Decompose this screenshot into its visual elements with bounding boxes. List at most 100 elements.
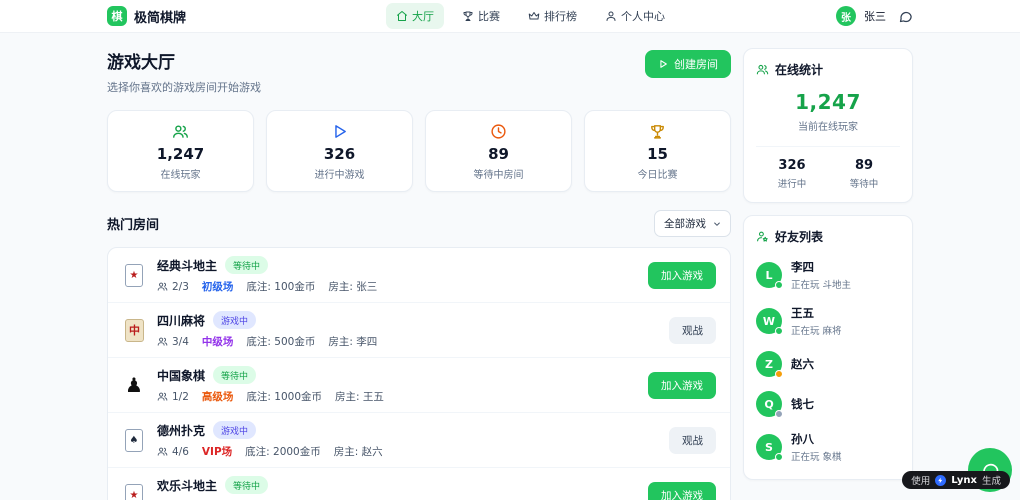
room-host: 房主: 张三 <box>328 281 378 293</box>
chess-pawn-icon: ♟ <box>125 373 143 397</box>
friend-item[interactable]: Z 赵六 <box>756 351 900 378</box>
room-stake: 底注: 1000金币 <box>246 391 323 403</box>
friend-status: 正在玩 麻将 <box>791 326 842 337</box>
nav-item-profile[interactable]: 个人中心 <box>595 3 675 29</box>
panel-title: 好友列表 <box>775 230 824 244</box>
online-count: 1,247 <box>795 90 861 114</box>
friend-item[interactable]: L 李四 正在玩 斗地主 <box>756 259 900 291</box>
room-host: 房主: 王五 <box>335 391 384 403</box>
friend-item[interactable]: S 孙八 正在玩 象棋 <box>756 431 900 463</box>
room-host: 房主: 赵六 <box>333 446 383 458</box>
friend-name: 王五 <box>791 306 814 320</box>
lynx-generated-badge[interactable]: 使用 Lynx 生成 <box>902 471 1010 489</box>
status-badge: 等待中 <box>225 476 269 494</box>
stat-card-today-matches: 15 今日比赛 <box>584 110 731 192</box>
in-progress-label: 进行中 <box>777 179 807 190</box>
user-avatar[interactable]: 张 <box>836 6 856 26</box>
room-host: 房主: 李四 <box>328 336 378 348</box>
poker-card-icon: ♠ <box>125 428 143 452</box>
join-game-button[interactable]: 加入游戏 <box>648 371 716 399</box>
stat-value: 1,247 <box>156 145 205 163</box>
panel-title: 在线统计 <box>775 63 824 77</box>
friend-icon <box>756 230 769 243</box>
player-count: 2/3 <box>172 280 189 293</box>
stat-value: 326 <box>323 145 356 163</box>
page-subtitle: 选择你喜欢的游戏房间开始游戏 <box>107 81 261 94</box>
room-name: 中国象棋 <box>157 368 206 383</box>
users-icon <box>108 123 253 140</box>
nav-item-lobby[interactable]: 大厅 <box>386 3 445 29</box>
presence-dot <box>775 327 783 335</box>
room-name: 四川麻将 <box>157 313 206 328</box>
trophy-icon <box>462 10 474 22</box>
join-game-button[interactable]: 加入游戏 <box>648 481 716 500</box>
presence-dot <box>775 370 783 378</box>
lynx-logo-icon <box>935 474 947 486</box>
room-row: ♟ 中国象棋 等待中 1/2 高级场 底注: 1000金币 房主: 王五 加入游… <box>108 358 730 413</box>
stat-label: 进行中游戏 <box>314 170 365 181</box>
home-icon <box>396 10 408 22</box>
player-count: 3/4 <box>172 335 189 348</box>
friends-panel: 好友列表 L 李四 正在玩 斗地主 W 王五 正在玩 麻将 Z 赵六 Q 钱七 … <box>743 215 913 480</box>
room-level: VIP场 <box>201 446 233 458</box>
stat-label: 等待中房间 <box>473 170 524 181</box>
users-icon <box>756 63 769 76</box>
player-count: 1/2 <box>172 390 189 403</box>
friend-name: 赵六 <box>791 357 814 371</box>
user-name: 张三 <box>864 10 886 23</box>
friend-item[interactable]: Q 钱七 <box>756 391 900 418</box>
room-row: ★ 欢乐斗地主 等待中 0/3 新手场 底注: 50金币 房主: 孙七 加入游戏 <box>108 468 730 500</box>
nav-item-label: 个人中心 <box>621 10 666 23</box>
players-icon <box>157 391 168 402</box>
stat-label: 今日比赛 <box>637 170 678 181</box>
in-progress-count: 326 <box>778 158 806 173</box>
brand[interactable]: 棋 极简棋牌 <box>107 6 186 26</box>
stat-card-online-players: 1,247 在线玩家 <box>107 110 254 192</box>
stat-card-waiting-rooms: 89 等待中房间 <box>425 110 572 192</box>
friend-status: 正在玩 斗地主 <box>791 280 852 291</box>
play-icon <box>658 59 668 69</box>
status-badge: 游戏中 <box>213 421 257 439</box>
stat-value: 89 <box>488 145 509 163</box>
spectate-button[interactable]: 观战 <box>669 316 716 344</box>
top-navbar: 棋 极简棋牌 大厅 比赛 排行榜 个人中心 张 张三 <box>0 0 1020 33</box>
create-room-button[interactable]: 创建房间 <box>645 50 731 78</box>
nav-item-matches[interactable]: 比赛 <box>452 3 510 29</box>
players-icon <box>157 336 168 347</box>
room-row: 中 四川麻将 游戏中 3/4 中级场 底注: 500金币 房主: 李四 观战 <box>108 303 730 358</box>
online-count-label: 当前在线玩家 <box>798 122 858 133</box>
room-name: 德州扑克 <box>157 423 206 438</box>
section-title-hot-rooms: 热门房间 <box>107 218 160 233</box>
room-list: ★ 经典斗地主 等待中 2/3 初级场 底注: 100金币 房主: 张三 加入游… <box>107 247 731 500</box>
stat-value: 15 <box>647 145 668 163</box>
status-badge: 等待中 <box>225 256 269 274</box>
friend-name: 李四 <box>791 260 814 274</box>
friend-name: 孙八 <box>791 432 814 446</box>
nav-item-label: 排行榜 <box>544 10 578 23</box>
joker-card-icon: ★ <box>125 483 143 500</box>
presence-dot <box>775 410 783 418</box>
chevron-down-icon <box>713 220 721 228</box>
game-filter-select[interactable]: 全部游戏 <box>654 210 731 237</box>
join-game-button[interactable]: 加入游戏 <box>648 261 716 289</box>
friend-name: 钱七 <box>791 397 814 411</box>
friend-item[interactable]: W 王五 正在玩 麻将 <box>756 305 900 337</box>
main-nav: 大厅 比赛 排行榜 个人中心 <box>386 3 675 29</box>
joker-card-icon: ★ <box>125 263 143 287</box>
app-logo: 棋 <box>107 6 127 26</box>
chat-bubble-icon[interactable] <box>898 9 913 24</box>
friend-status: 正在玩 象棋 <box>791 452 842 463</box>
room-level: 中级场 <box>201 336 234 348</box>
mahjong-tile-icon: 中 <box>125 318 144 342</box>
waiting-count: 89 <box>854 158 874 173</box>
play-icon <box>267 123 412 140</box>
room-level: 初级场 <box>201 281 234 293</box>
nav-item-leaderboard[interactable]: 排行榜 <box>518 3 587 29</box>
page-title: 游戏大厅 <box>107 53 175 73</box>
stats-row: 1,247 在线玩家 326 进行中游戏 89 等待中房间 15 今日比赛 <box>107 110 731 192</box>
spectate-button[interactable]: 观战 <box>669 426 716 454</box>
waiting-label: 等待中 <box>849 179 879 190</box>
players-icon <box>157 281 168 292</box>
online-stats-panel: 在线统计 1,247 当前在线玩家 326 进行中 89 等待中 <box>743 48 913 203</box>
crown-icon <box>528 10 540 22</box>
